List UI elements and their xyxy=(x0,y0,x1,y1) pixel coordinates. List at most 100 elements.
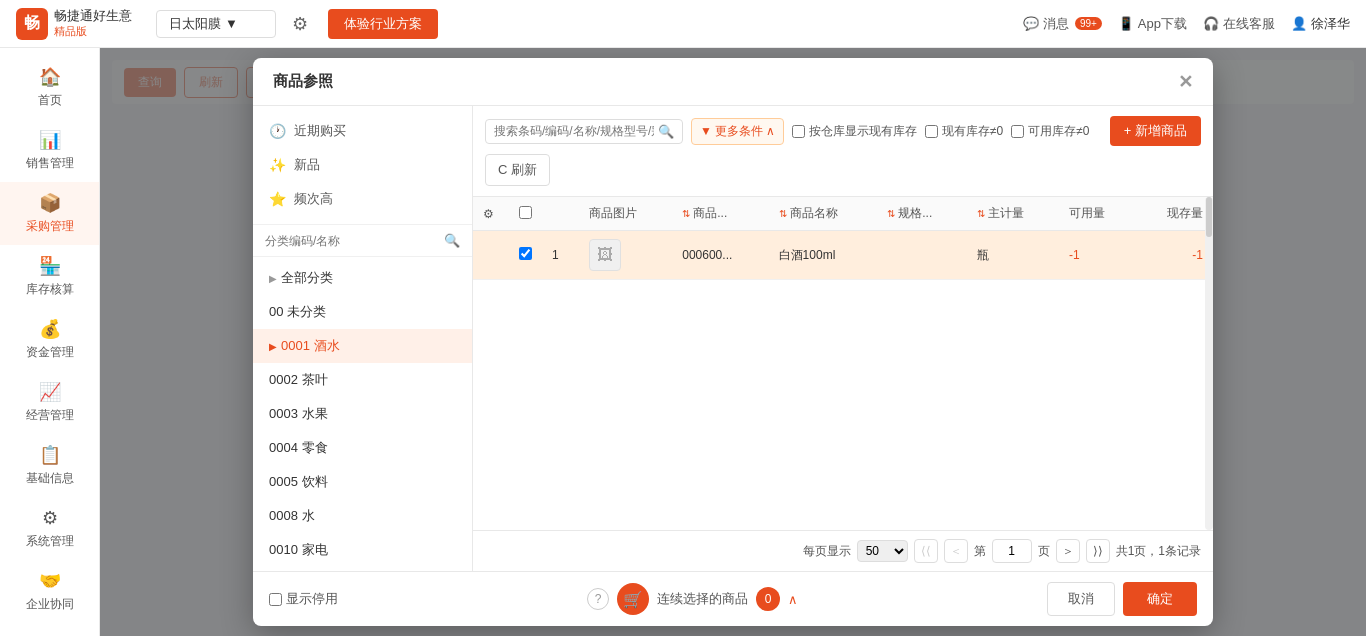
cat-unclassified[interactable]: 00 未分类 xyxy=(253,295,472,329)
select-all-checkbox[interactable] xyxy=(519,206,532,219)
modal-footer: 显示停用 ? 🛒 连续选择的商品 0 ∧ 取消 确定 xyxy=(253,571,1213,626)
message-btn[interactable]: 💬 消息 99+ xyxy=(1023,15,1102,33)
logo-sub: 精品版 xyxy=(54,24,132,39)
nav-highfreq-label: 频次高 xyxy=(294,190,333,208)
cart-icon-btn[interactable]: 🛒 xyxy=(617,583,649,615)
scrollbar-thumb[interactable] xyxy=(1206,197,1212,237)
product-search-input[interactable] xyxy=(494,124,654,138)
sidebar-item-basic-info[interactable]: 📋 基础信息 xyxy=(0,434,99,497)
logo-area: 畅 畅捷通好生意 精品版 xyxy=(16,8,136,40)
confirm-btn[interactable]: 确定 xyxy=(1123,582,1197,616)
modal-right-panel: 🔍 ▼ 更多条件 ∧ 按仓库显示现有库存 xyxy=(473,106,1213,571)
page-first-btn[interactable]: ⟨⟨ xyxy=(914,539,938,563)
th-name-sort-icon: ⇅ xyxy=(779,208,787,219)
pagination: 每页显示 50 100 200 ⟨⟨ ＜ 第 页 ＞ xyxy=(473,530,1213,571)
app-download-btn[interactable]: 📱 App下载 xyxy=(1118,15,1187,33)
sidebar-item-sales[interactable]: 📊 销售管理 xyxy=(0,119,99,182)
modal-left-panel: 🕐 近期购买 ✨ 新品 ⭐ 频次高 xyxy=(253,106,473,571)
th-settings[interactable]: ⚙ xyxy=(473,197,509,231)
cat-water[interactable]: 0008 水 xyxy=(253,499,472,533)
page-size-select[interactable]: 50 100 200 xyxy=(857,540,908,562)
sidebar-item-guide[interactable]: 📖 新手引导 xyxy=(0,623,99,636)
cat-snack[interactable]: 0004 零食 xyxy=(253,431,472,465)
table-scrollbar[interactable] xyxy=(1205,197,1213,530)
selected-count-badge: 0 xyxy=(756,587,780,611)
message-icon: 💬 xyxy=(1023,16,1039,31)
nav-recent-purchase[interactable]: 🕐 近期购买 xyxy=(253,114,472,148)
cat-liquor-label: 0001 酒水 xyxy=(281,337,340,355)
sidebar-system-label: 系统管理 xyxy=(26,533,74,550)
row-seq-cell: 1 xyxy=(542,231,579,280)
sales-icon: 📊 xyxy=(39,129,61,151)
th-code-sort-icon: ⇅ xyxy=(682,208,690,219)
page-next-btn[interactable]: ＞ xyxy=(1056,539,1080,563)
row-settings-cell xyxy=(473,231,509,280)
show-disabled-checkbox[interactable]: 显示停用 xyxy=(269,590,338,608)
filter-up-icon: ∧ xyxy=(766,124,775,138)
add-product-btn[interactable]: + 新增商品 xyxy=(1110,116,1201,146)
nav-high-freq[interactable]: ⭐ 频次高 xyxy=(253,182,472,216)
th-checkbox xyxy=(509,197,542,231)
footer-right: 取消 确定 xyxy=(1047,582,1197,616)
cat-fruit[interactable]: 0003 水果 xyxy=(253,397,472,431)
show-disabled-input[interactable] xyxy=(269,593,282,606)
trial-btn[interactable]: 体验行业方案 xyxy=(328,9,438,39)
help-icon-btn[interactable]: ? xyxy=(587,588,609,610)
clock-icon: 🕐 xyxy=(269,123,286,139)
cat-appliance[interactable]: 0010 家电 xyxy=(253,533,472,567)
modal-overlay[interactable]: 商品参照 ✕ 🕐 近期购买 ✨ xyxy=(100,48,1366,636)
category-search-input[interactable] xyxy=(265,234,440,248)
checkbox-warehouse-stock-input[interactable] xyxy=(792,125,805,138)
table-row[interactable]: 1 🖼 000600... 白酒100ml xyxy=(473,231,1213,280)
sidebar-item-home[interactable]: 🏠 首页 xyxy=(0,56,99,119)
checkbox-warehouse-stock[interactable]: 按仓库显示现有库存 xyxy=(792,123,917,140)
row-img-cell: 🖼 xyxy=(579,231,673,280)
star-icon: ⭐ xyxy=(269,191,286,207)
th-unit[interactable]: ⇅ 主计量 xyxy=(967,197,1059,231)
nav-selector[interactable]: 日太阳膜 ▼ xyxy=(156,10,276,38)
sidebar-purchase-label: 采购管理 xyxy=(26,218,74,235)
footer-collapse-btn[interactable]: ∧ xyxy=(788,592,798,607)
th-code[interactable]: ⇅ 商品... xyxy=(672,197,768,231)
user-profile[interactable]: 👤 徐泽华 xyxy=(1291,15,1350,33)
nav-new-products[interactable]: ✨ 新品 xyxy=(253,148,472,182)
cat-drink[interactable]: 0005 饮料 xyxy=(253,465,472,499)
cat-liquor[interactable]: ▶ 0001 酒水 xyxy=(253,329,472,363)
nav-new-label: 新品 xyxy=(294,156,320,174)
row-checkbox[interactable] xyxy=(519,247,532,260)
page-number-input[interactable] xyxy=(992,539,1032,563)
sidebar-item-inventory[interactable]: 🏪 库存核算 xyxy=(0,245,99,308)
sidebar-item-enterprise[interactable]: 🤝 企业协同 xyxy=(0,560,99,623)
customer-service-btn[interactable]: 🎧 在线客服 xyxy=(1203,15,1275,33)
checkbox-available-stock[interactable]: 可用库存≠0 xyxy=(1011,123,1089,140)
filter-btn[interactable]: ▼ 更多条件 ∧ xyxy=(691,118,784,145)
category-list: ▶ 全部分类 00 未分类 ▶ 0001 酒水 0002 茶 xyxy=(253,257,472,571)
search-icon[interactable]: 🔍 xyxy=(658,124,674,139)
cat-tea[interactable]: 0002 茶叶 xyxy=(253,363,472,397)
cat-search-icon[interactable]: 🔍 xyxy=(444,233,460,248)
sidebar-item-operations[interactable]: 📈 经营管理 xyxy=(0,371,99,434)
checkbox-current-stock-input[interactable] xyxy=(925,125,938,138)
table-header-row: ⚙ 商品图片 xyxy=(473,197,1213,231)
sidebar-item-purchase[interactable]: 📦 采购管理 xyxy=(0,182,99,245)
refresh-btn[interactable]: C 刷新 xyxy=(485,154,550,186)
modal-quick-nav: 🕐 近期购买 ✨ 新品 ⭐ 频次高 xyxy=(253,106,472,225)
th-code-label: 商品... xyxy=(693,205,727,222)
page-prev-btn[interactable]: ＜ xyxy=(944,539,968,563)
home-icon: 🏠 xyxy=(39,66,61,88)
cat-drink-label: 0005 饮料 xyxy=(269,473,328,491)
page-last-btn[interactable]: ⟩⟩ xyxy=(1086,539,1110,563)
th-name[interactable]: ⇅ 商品名称 xyxy=(769,197,878,231)
continuous-select-label: 连续选择的商品 xyxy=(657,590,748,608)
nav-gear-icon[interactable]: ⚙ xyxy=(284,8,316,40)
checkbox-current-stock[interactable]: 现有库存≠0 xyxy=(925,123,1003,140)
cat-all[interactable]: ▶ 全部分类 xyxy=(253,261,472,295)
sidebar-item-system[interactable]: ⚙ 系统管理 xyxy=(0,497,99,560)
th-spec[interactable]: ⇅ 规格... xyxy=(877,197,966,231)
sidebar-item-finance[interactable]: 💰 资金管理 xyxy=(0,308,99,371)
checkbox-available-stock-input[interactable] xyxy=(1011,125,1024,138)
cancel-btn[interactable]: 取消 xyxy=(1047,582,1115,616)
app-download-label: App下载 xyxy=(1138,15,1187,33)
modal-close-btn[interactable]: ✕ xyxy=(1178,73,1193,91)
operations-icon: 📈 xyxy=(39,381,61,403)
